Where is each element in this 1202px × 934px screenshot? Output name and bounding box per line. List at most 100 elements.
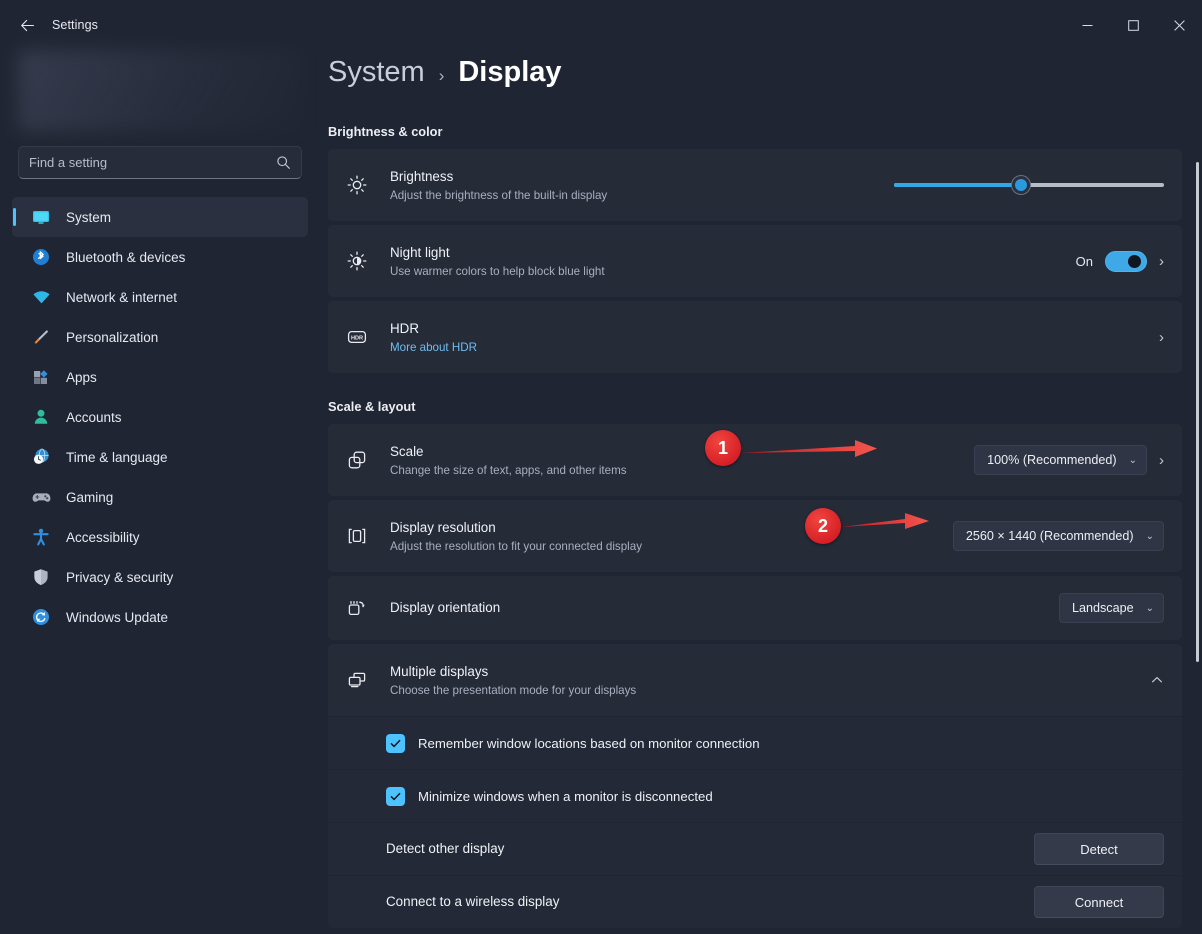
detect-other-display-row: Detect other display Detect <box>328 823 1182 875</box>
brightness-card[interactable]: Brightness Adjust the brightness of the … <box>328 149 1182 221</box>
checkbox-checked[interactable] <box>386 786 405 806</box>
brightness-controls <box>894 176 1164 194</box>
remember-window-locations-row[interactable]: Remember window locations based on monit… <box>328 717 1182 769</box>
night-light-subtitle: Use warmer colors to help block blue lig… <box>390 264 605 278</box>
multiple-displays-icon <box>342 665 372 695</box>
minimize-windows-option[interactable]: Minimize windows when a monitor is disco… <box>386 786 713 806</box>
gamepad-icon <box>30 486 52 508</box>
brightness-slider[interactable] <box>894 176 1164 194</box>
toggle-knob <box>1128 254 1141 268</box>
shield-icon <box>30 566 52 588</box>
sidebar-item-label: Network & internet <box>66 289 178 305</box>
chevron-down-icon: ⌄ <box>1145 602 1154 614</box>
sidebar-item-time-language[interactable]: Time & language <box>12 437 308 477</box>
resolution-icon <box>342 521 372 551</box>
detect-button[interactable]: Detect <box>1034 833 1164 865</box>
hdr-link[interactable]: More about HDR <box>390 341 1159 354</box>
sidebar-item-label: Windows Update <box>66 609 169 625</box>
night-light-text: Night light Use warmer colors to help bl… <box>390 244 1076 277</box>
hdr-controls: › <box>1159 329 1164 346</box>
maximize-icon <box>1127 19 1139 31</box>
bluetooth-icon <box>30 246 52 268</box>
connect-button[interactable]: Connect <box>1034 886 1164 918</box>
sidebar-item-system[interactable]: System <box>12 197 308 237</box>
breadcrumb-parent[interactable]: System <box>328 56 425 89</box>
scale-icon <box>342 445 372 475</box>
resolution-title: Display resolution <box>390 520 496 536</box>
search-icon <box>277 156 290 169</box>
hdr-chevron-right-icon[interactable]: › <box>1159 329 1164 346</box>
resolution-controls: 2560 × 1440 (Recommended) ⌄ <box>952 521 1164 551</box>
night-light-card[interactable]: Night light Use warmer colors to help bl… <box>328 225 1182 297</box>
brightness-text: Brightness Adjust the brightness of the … <box>390 168 894 201</box>
brightness-title: Brightness <box>390 169 454 185</box>
resolution-dropdown-value: 2560 × 1440 (Recommended) <box>965 529 1134 543</box>
orientation-text: Display orientation <box>390 599 1059 617</box>
search-input[interactable] <box>29 155 276 170</box>
sidebar-item-label: Accounts <box>66 409 122 425</box>
sidebar-item-label: System <box>66 209 112 225</box>
sidebar-item-network-internet[interactable]: Network & internet <box>12 277 308 317</box>
multiple-displays-card[interactable]: Multiple displays Choose the presentatio… <box>328 644 1182 716</box>
search-box[interactable] <box>18 146 302 179</box>
wifi-icon <box>30 286 52 308</box>
orientation-dropdown[interactable]: Landscape ⌄ <box>1058 593 1164 623</box>
sidebar-item-accessibility[interactable]: Accessibility <box>12 517 308 557</box>
minimize-windows-row[interactable]: Minimize windows when a monitor is disco… <box>328 770 1182 822</box>
sidebar-item-gaming[interactable]: Gaming <box>12 477 308 517</box>
multiple-displays-title: Multiple displays <box>390 664 489 680</box>
chevron-up-icon[interactable] <box>1150 673 1164 687</box>
multiple-displays-controls <box>1150 673 1164 687</box>
sidebar-item-bluetooth-devices[interactable]: Bluetooth & devices <box>12 237 308 277</box>
hdr-badge-icon: HDR <box>342 322 372 352</box>
detect-controls: Detect <box>1034 833 1164 865</box>
sidebar-item-windows-update[interactable]: Windows Update <box>12 597 308 637</box>
scrollbar-thumb[interactable] <box>1196 162 1199 662</box>
scale-card[interactable]: Scale Change the size of text, apps, and… <box>328 424 1182 496</box>
close-button[interactable] <box>1156 0 1202 50</box>
sidebar: System Bluetooth & devices <box>0 50 320 934</box>
night-light-toggle[interactable] <box>1105 250 1147 272</box>
section-title-brightness-color: Brightness & color <box>328 124 443 139</box>
main-content: System › Display Brightness & color Brig… <box>320 50 1202 934</box>
brightness-slider-thumb[interactable] <box>1011 176 1030 194</box>
orientation-card[interactable]: Display orientation Landscape ⌄ <box>328 576 1182 640</box>
detect-text: Detect other display <box>386 840 1034 858</box>
multiple-displays-text: Multiple displays Choose the presentatio… <box>390 663 1150 696</box>
minimize-button[interactable] <box>1064 0 1110 50</box>
connect-label: Connect to a wireless display <box>386 893 560 909</box>
night-light-chevron-right-icon[interactable]: › <box>1159 253 1164 270</box>
section-title-scale-layout: Scale & layout <box>328 399 416 414</box>
maximize-button[interactable] <box>1110 0 1156 50</box>
orientation-title: Display orientation <box>390 599 501 615</box>
sidebar-item-accounts[interactable]: Accounts <box>12 397 308 437</box>
update-icon <box>30 606 52 628</box>
user-profile-blurred[interactable] <box>18 50 302 132</box>
sidebar-item-label: Personalization <box>66 329 159 345</box>
remember-window-locations-option[interactable]: Remember window locations based on monit… <box>386 733 760 753</box>
search-container <box>0 132 320 185</box>
brightness-slider-fill <box>894 183 1021 187</box>
scale-chevron-right-icon[interactable]: › <box>1159 452 1164 469</box>
option-label: Minimize windows when a monitor is disco… <box>418 788 713 804</box>
sidebar-item-label: Accessibility <box>66 529 140 545</box>
sidebar-item-personalization[interactable]: Personalization <box>12 317 308 357</box>
checkbox-checked[interactable] <box>386 733 405 753</box>
connect-controls: Connect <box>1034 886 1164 918</box>
back-button[interactable] <box>10 10 44 40</box>
sidebar-item-label: Bluetooth & devices <box>66 249 186 265</box>
option-label: Remember window locations based on monit… <box>418 735 760 751</box>
svg-text:HDR: HDR <box>351 335 363 341</box>
detect-label: Detect other display <box>386 840 505 856</box>
night-light-icon <box>342 246 372 276</box>
check-icon <box>390 792 401 800</box>
window-title: Settings <box>52 18 98 32</box>
sidebar-item-apps[interactable]: Apps <box>12 357 308 397</box>
back-arrow-icon <box>20 19 34 31</box>
resolution-dropdown[interactable]: 2560 × 1440 (Recommended) ⌄ <box>952 521 1164 551</box>
close-icon <box>1173 19 1185 31</box>
resolution-card[interactable]: Display resolution Adjust the resolution… <box>328 500 1182 572</box>
hdr-card[interactable]: HDR HDR More about HDR › <box>328 301 1182 373</box>
sidebar-item-privacy-security[interactable]: Privacy & security <box>12 557 308 597</box>
scale-dropdown[interactable]: 100% (Recommended) ⌄ <box>974 445 1147 475</box>
